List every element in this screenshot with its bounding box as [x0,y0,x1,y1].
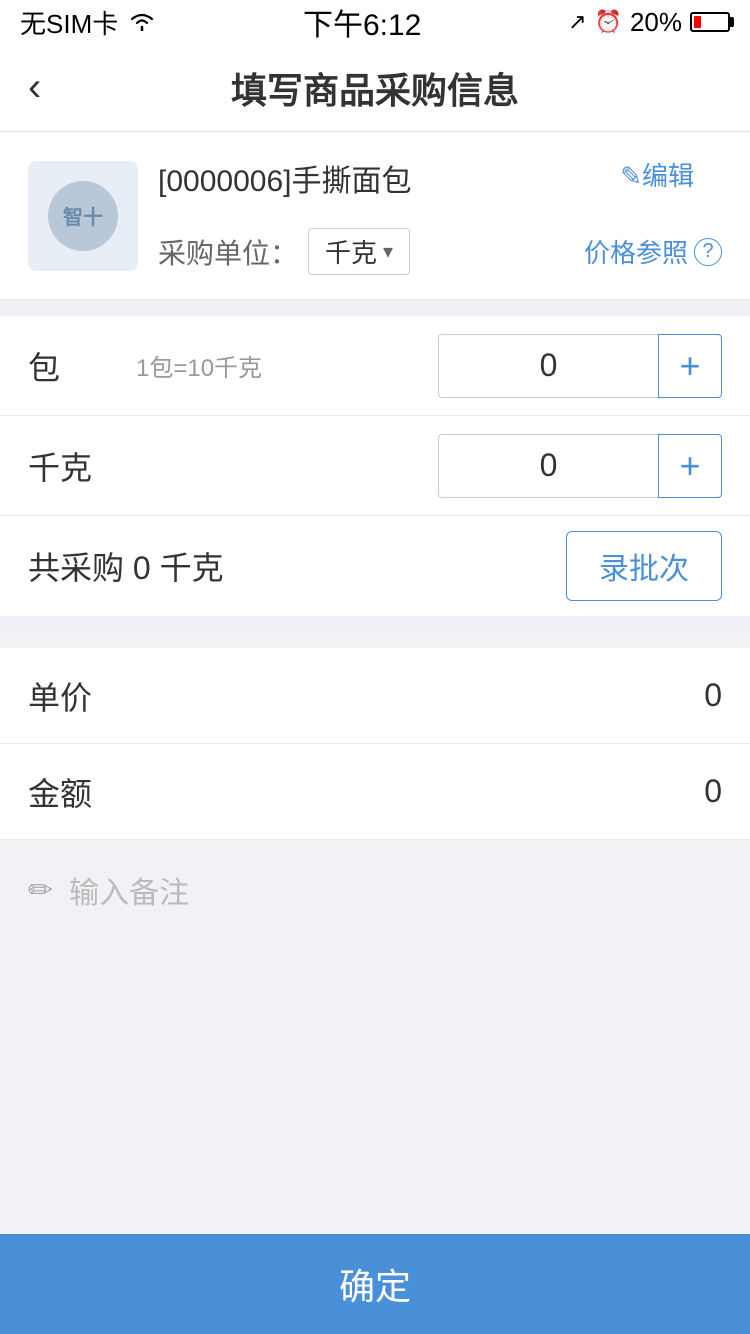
status-right: ↗ ⏰ 20% [568,7,730,38]
unit-label: 采购单位： [158,232,298,272]
info-section: 单价 0 金额 0 [0,648,750,840]
empty-space [0,940,750,1240]
kg-input-field[interactable]: 0 [438,434,658,498]
notes-icon: ✏ [28,873,53,908]
amount-value: 0 [704,773,722,810]
status-time: 下午6:12 [303,0,421,44]
bao-sublabel: 1包=10千克 [136,348,438,383]
price-ref-label: 价格参照 [584,233,688,270]
status-bar: 无SIM卡 下午6:12 ↗ ⏰ 20% [0,0,750,44]
nav-bar: ‹ 填写商品采购信息 [0,44,750,132]
unit-dropdown-arrow: ▾ [383,239,393,264]
kg-plus-button[interactable]: + [658,434,722,498]
price-ref-help-icon: ? [694,238,722,266]
unit-price-label: 单价 [28,673,92,719]
back-button[interactable]: ‹ [28,65,41,110]
bao-label: 包 [28,343,128,389]
product-info: [0000006]手撕面包 ✎编辑 采购单位： 千克 ▾ 价格参照 ? [158,156,722,275]
kg-input-row: 千克 0 + [0,416,750,516]
bao-input-row: 包 1包=10千克 0 + [0,316,750,416]
input-section: 包 1包=10千克 0 + 千克 0 + [0,316,750,516]
notes-section[interactable]: ✏ 输入备注 [0,840,750,940]
kg-input-wrapper: 0 + [438,434,722,498]
unit-value: 千克 [325,233,377,270]
product-image: 智十 [28,161,138,271]
wifi-icon [128,7,156,38]
confirm-button-wrapper: 确定 [0,1234,750,1334]
section-divider-2 [0,616,750,632]
battery-percent: 20% [630,7,682,38]
notes-placeholder: 输入备注 [69,868,189,912]
product-full-name: [0000006]手撕面包 [158,156,411,200]
product-logo: 智十 [48,181,118,251]
kg-label: 千克 [28,443,128,489]
unit-price-row: 单价 0 [0,648,750,744]
location-icon: ↗ [568,9,586,35]
carrier-label: 无SIM卡 [20,4,118,41]
bao-input-field[interactable]: 0 [438,334,658,398]
record-batch-button[interactable]: 录批次 [566,531,722,601]
edit-button[interactable]: ✎编辑 [620,156,694,193]
bao-input-wrapper: 0 + [438,334,722,398]
section-divider-1 [0,300,750,316]
product-card: 智十 [0000006]手撕面包 ✎编辑 采购单位： 千克 ▾ 价格参照 ? [0,132,750,300]
bao-plus-button[interactable]: + [658,334,722,398]
amount-label: 金额 [28,769,92,815]
battery-icon [690,12,730,32]
amount-row: 金额 0 [0,744,750,840]
status-left: 无SIM卡 [20,4,156,41]
confirm-button[interactable]: 确定 [0,1234,750,1334]
alarm-icon: ⏰ [595,9,622,35]
unit-select[interactable]: 千克 ▾ [308,228,410,275]
page-title: 填写商品采购信息 [231,62,519,114]
price-reference-button[interactable]: 价格参照 ? [584,233,722,270]
unit-price-value: 0 [704,677,722,714]
summary-text: 共采购 0 千克 [28,543,224,589]
summary-row: 共采购 0 千克 录批次 [0,516,750,616]
